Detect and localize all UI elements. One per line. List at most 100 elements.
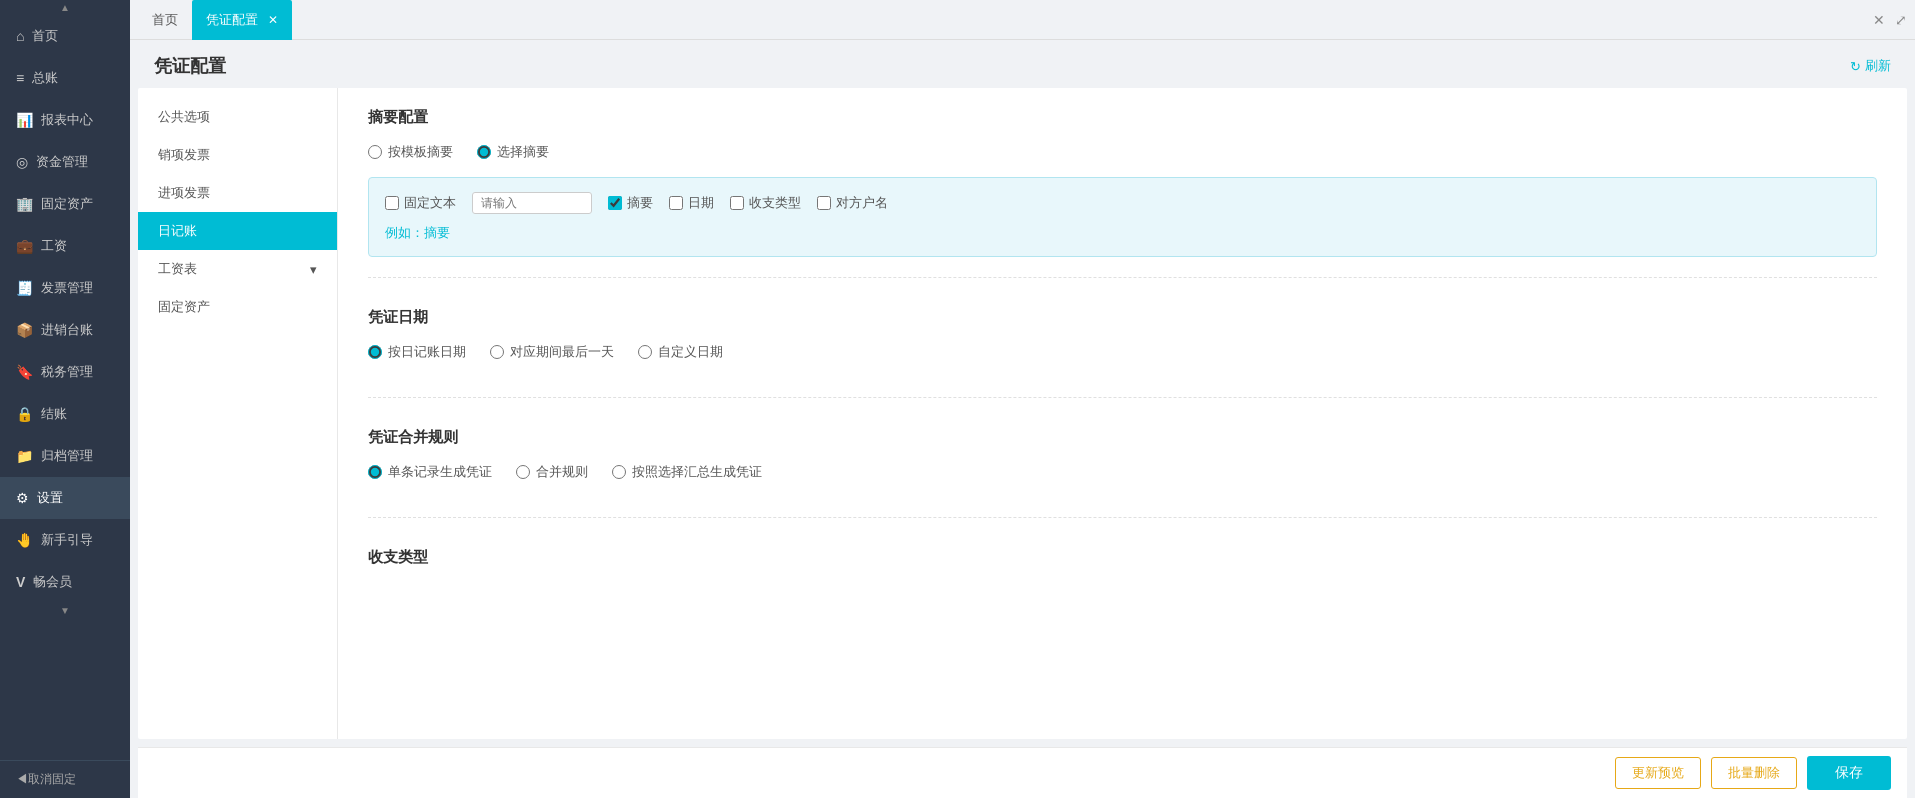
nav-item-fixed-assets-nav[interactable]: 固定资产 (138, 288, 337, 326)
sidebar-item-guide[interactable]: 🤚 新手引导 (0, 519, 130, 561)
main-area: 首页 凭证配置 ✕ ✕ ⤢ 凭证配置 ↻ 刷新 公共选项 (130, 0, 1915, 798)
example-text: 例如：摘要 (385, 225, 450, 240)
save-button[interactable]: 保存 (1807, 756, 1891, 790)
update-preview-button[interactable]: 更新预览 (1615, 757, 1701, 789)
template-summary-radio[interactable] (368, 145, 382, 159)
summary-checkbox[interactable] (608, 196, 622, 210)
sidebar-item-label: 总账 (32, 69, 58, 87)
closing-icon: 🔒 (16, 406, 33, 422)
sidebar-item-home[interactable]: ⌂ 首页 (0, 15, 130, 57)
merge-rules-option[interactable]: 合并规则 (516, 463, 588, 481)
sidebar-item-closing[interactable]: 🔒 结账 (0, 393, 130, 435)
sidebar-item-general-ledger[interactable]: ≡ 总账 (0, 57, 130, 99)
last-day-period-label: 对应期间最后一天 (510, 343, 614, 361)
fixed-text-label: 固定文本 (404, 194, 456, 212)
counterpart-check-label: 对方户名 (836, 194, 888, 212)
refresh-button[interactable]: ↻ 刷新 (1850, 57, 1891, 75)
batch-delete-button[interactable]: 批量删除 (1711, 757, 1797, 789)
nav-item-sales-invoice[interactable]: 销项发票 (138, 136, 337, 174)
custom-date-radio[interactable] (638, 345, 652, 359)
merge-rules-radio-group: 单条记录生成凭证 合并规则 按照选择汇总生成凭证 (368, 463, 1877, 481)
select-summary-radio[interactable] (477, 145, 491, 159)
nav-item-purchase-invoice[interactable]: 进项发票 (138, 174, 337, 212)
nav-item-label: 日记账 (158, 222, 197, 240)
sidebar-item-reports[interactable]: 📊 报表中心 (0, 99, 130, 141)
nav-item-payroll-table[interactable]: 工资表 ▾ (138, 250, 337, 288)
single-record-radio[interactable] (368, 465, 382, 479)
single-record-label: 单条记录生成凭证 (388, 463, 492, 481)
merge-rules-radio[interactable] (516, 465, 530, 479)
home-icon: ⌂ (16, 28, 24, 44)
sidebar-item-payroll[interactable]: 💼 工资 (0, 225, 130, 267)
nav-item-journal[interactable]: 日记账 (138, 212, 337, 250)
by-selection-radio[interactable] (612, 465, 626, 479)
last-day-period-radio[interactable] (490, 345, 504, 359)
sidebar-item-label: 发票管理 (41, 279, 93, 297)
voucher-date-radio-group: 按日记账日期 对应期间最后一天 自定义日期 (368, 343, 1877, 361)
unpin-label: ◀取消固定 (16, 771, 76, 788)
nav-item-label: 公共选项 (158, 108, 210, 126)
summary-check-option[interactable]: 摘要 (608, 194, 653, 212)
counterpart-checkbox[interactable] (817, 196, 831, 210)
income-type-check-label: 收支类型 (749, 194, 801, 212)
income-type-check-option[interactable]: 收支类型 (730, 194, 801, 212)
income-type-checkbox[interactable] (730, 196, 744, 210)
bottom-bar: 更新预览 批量删除 保存 (138, 747, 1907, 798)
summary-check-label: 摘要 (627, 194, 653, 212)
date-check-label: 日期 (688, 194, 714, 212)
summary-options-row: 固定文本 摘要 日期 (385, 192, 1860, 214)
merge-rules-label: 合并规则 (536, 463, 588, 481)
template-summary-label: 按模板摘要 (388, 143, 453, 161)
tab-bar-actions: ✕ ⤢ (1873, 12, 1907, 28)
tab-home[interactable]: 首页 (138, 0, 192, 40)
sidebar-item-invoice-mgmt[interactable]: 🧾 发票管理 (0, 267, 130, 309)
summary-example: 例如：摘要 (385, 224, 1860, 242)
select-summary-option[interactable]: 选择摘要 (477, 143, 549, 161)
nav-item-label: 进项发票 (158, 184, 210, 202)
sidebar-unpin-button[interactable]: ◀取消固定 (0, 760, 130, 798)
fixed-text-option[interactable]: 固定文本 (385, 194, 456, 212)
fixed-text-checkbox[interactable] (385, 196, 399, 210)
summary-radio-group: 按模板摘要 选择摘要 (368, 143, 1877, 161)
sidebar-item-settings[interactable]: ⚙ 设置 (0, 477, 130, 519)
by-journal-date-radio[interactable] (368, 345, 382, 359)
sidebar-item-fixed-assets[interactable]: 🏢 固定资产 (0, 183, 130, 225)
member-icon: V (16, 574, 25, 590)
date-check-option[interactable]: 日期 (669, 194, 714, 212)
sidebar-scroll-down[interactable]: ▼ (0, 603, 130, 618)
sidebar-item-label: 工资 (41, 237, 67, 255)
expand-window-icon[interactable]: ⤢ (1895, 12, 1907, 28)
archive-icon: 📁 (16, 448, 33, 464)
custom-date-option[interactable]: 自定义日期 (638, 343, 723, 361)
fixed-text-input[interactable] (472, 192, 592, 214)
template-summary-option[interactable]: 按模板摘要 (368, 143, 453, 161)
income-type-section: 收支类型 (368, 548, 1877, 603)
last-day-period-option[interactable]: 对应期间最后一天 (490, 343, 614, 361)
sidebar-item-funds[interactable]: ◎ 资金管理 (0, 141, 130, 183)
sidebar-item-tax-mgmt[interactable]: 🔖 税务管理 (0, 351, 130, 393)
ledger-icon: ≡ (16, 70, 24, 86)
nav-item-public-options[interactable]: 公共选项 (138, 98, 337, 136)
by-journal-date-label: 按日记账日期 (388, 343, 466, 361)
tab-home-label: 首页 (152, 11, 178, 29)
voucher-date-title: 凭证日期 (368, 308, 1877, 327)
left-nav: 公共选项 销项发票 进项发票 日记账 工资表 ▾ 固定资产 (138, 88, 338, 739)
single-record-option[interactable]: 单条记录生成凭证 (368, 463, 492, 481)
by-journal-date-option[interactable]: 按日记账日期 (368, 343, 466, 361)
sidebar-item-label: 固定资产 (41, 195, 93, 213)
counterpart-check-option[interactable]: 对方户名 (817, 194, 888, 212)
tab-close-icon[interactable]: ✕ (268, 13, 278, 27)
custom-date-label: 自定义日期 (658, 343, 723, 361)
summary-options-box: 固定文本 摘要 日期 (368, 177, 1877, 257)
sidebar-item-archive-mgmt[interactable]: 📁 归档管理 (0, 435, 130, 477)
sidebar-item-purchases-sales[interactable]: 📦 进销台账 (0, 309, 130, 351)
close-window-icon[interactable]: ✕ (1873, 12, 1885, 28)
summary-section: 摘要配置 按模板摘要 选择摘要 (368, 108, 1877, 278)
tab-voucher-config[interactable]: 凭证配置 ✕ (192, 0, 292, 40)
sidebar-item-label: 结账 (41, 405, 67, 423)
sidebar-scroll-up[interactable]: ▲ (0, 0, 130, 15)
by-selection-option[interactable]: 按照选择汇总生成凭证 (612, 463, 762, 481)
date-checkbox[interactable] (669, 196, 683, 210)
purchases-icon: 📦 (16, 322, 33, 338)
sidebar-item-member[interactable]: V 畅会员 (0, 561, 130, 603)
